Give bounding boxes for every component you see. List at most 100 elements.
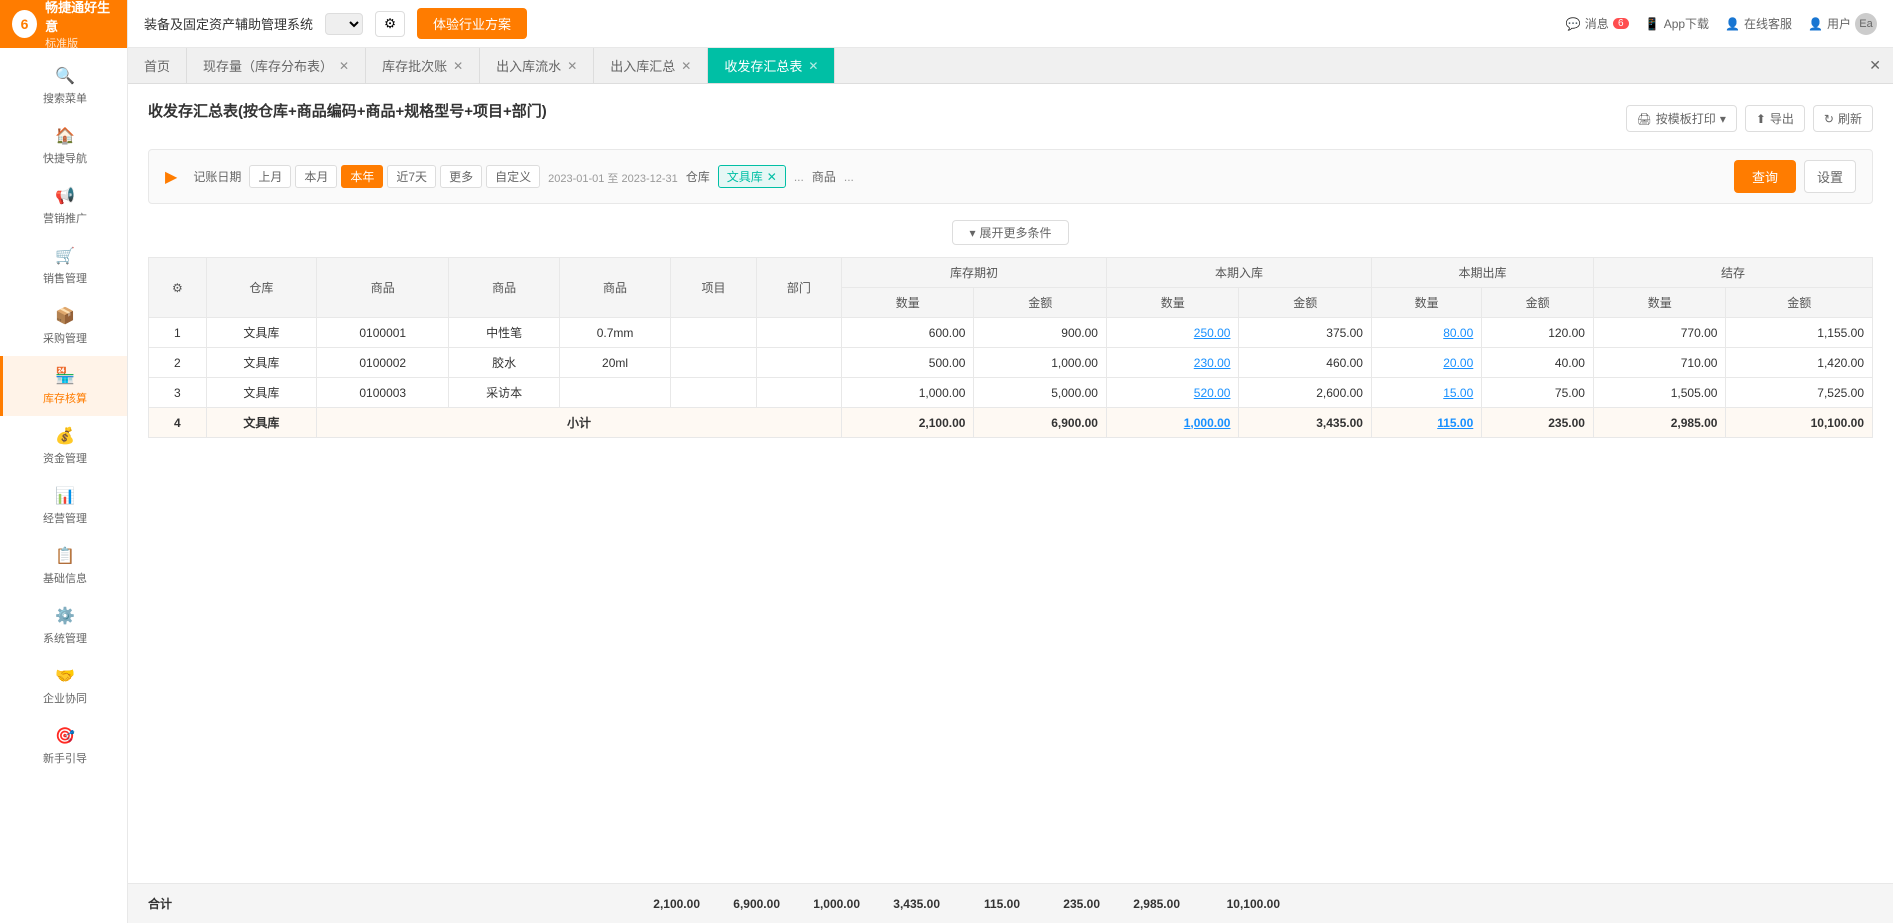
export-button[interactable]: ⬆ 导出: [1745, 105, 1805, 132]
total-values: 2,100.00 6,900.00 1,000.00 3,435.00 115.…: [628, 897, 1288, 911]
user-button[interactable]: 👤 用户 Ea: [1808, 13, 1877, 35]
table-row: 3 文具库 0100003 采访本 1,000.00 5,000.00 520.…: [149, 378, 1873, 408]
sidebar-item-guide[interactable]: 🎯新手引导: [0, 716, 127, 776]
marketing-icon: 📢: [55, 186, 75, 206]
tab-in-out-summary[interactable]: 出入库汇总 ✕: [594, 48, 708, 84]
print-icon: 🖨: [1637, 112, 1652, 126]
th-settings[interactable]: ⚙: [149, 258, 207, 318]
sidebar-item-system[interactable]: ⚙️系统管理: [0, 596, 127, 656]
print-button[interactable]: 🖨 按模板打印 ▾: [1626, 105, 1737, 132]
sidebar-label-search: 搜索菜单: [43, 90, 87, 106]
expand-conditions-button[interactable]: ▾ 展开更多条件: [952, 220, 1068, 245]
tab-home[interactable]: 首页: [128, 48, 187, 84]
sidebar-label-inventory: 库存核算: [43, 390, 87, 406]
tab-receive-summary[interactable]: 收发存汇总表 ✕: [708, 48, 835, 84]
sidebar-item-collab[interactable]: 🤝企业协同: [0, 656, 127, 716]
refresh-button[interactable]: ↻ 刷新: [1813, 105, 1873, 132]
tab-label-receive-summary: 收发存汇总表: [724, 56, 802, 75]
goods-more[interactable]: ...: [844, 170, 854, 184]
th-opening-qty: 数量: [841, 288, 974, 318]
cell-inqty-0[interactable]: 250.00: [1106, 318, 1239, 348]
th-goods-code: 商品: [316, 258, 449, 318]
tab-inventory-dist[interactable]: 现存量（库存分布表） ✕: [187, 48, 366, 84]
date-btn-上月[interactable]: 上月: [249, 165, 291, 188]
sales-icon: 🛒: [55, 246, 75, 266]
messages-badge: 6: [1613, 18, 1629, 29]
cell-inqty-2[interactable]: 520.00: [1106, 378, 1239, 408]
refresh-icon: ↻: [1824, 112, 1834, 126]
filter-collapse-button[interactable]: ▶: [165, 167, 177, 187]
user-icon: 👤: [1808, 17, 1823, 31]
warehouse-tag-close[interactable]: ✕: [767, 170, 777, 184]
cell-oamt-0: 900.00: [974, 318, 1107, 348]
total-outqty: 115.00: [948, 897, 1028, 911]
cell-outqty-2[interactable]: 15.00: [1371, 378, 1481, 408]
subtotal-inqty[interactable]: 1,000.00: [1106, 408, 1239, 438]
cell-inqty-1[interactable]: 230.00: [1106, 348, 1239, 378]
sidebar-item-operation[interactable]: 📊经营管理: [0, 476, 127, 536]
cell-dept-2: [756, 378, 841, 408]
sidebar-item-purchase[interactable]: 📦采购管理: [0, 296, 127, 356]
sidebar-menu: 🔍 搜索菜单 🏠快捷导航📢营销推广 🛒 销售管理 📦采购管理🏪库存核算💰资金管理📊经营管理…: [0, 48, 127, 923]
cell-outqty-1[interactable]: 20.00: [1371, 348, 1481, 378]
cell-inamt-2: 2,600.00: [1239, 378, 1372, 408]
expand-row: ▾ 展开更多条件: [148, 216, 1873, 249]
date-btn-自定义[interactable]: 自定义: [486, 165, 540, 188]
warehouse-more[interactable]: ...: [794, 170, 804, 184]
tab-label-in-out-summary: 出入库汇总: [610, 56, 675, 75]
collab-icon: 🤝: [55, 666, 75, 686]
tab-close-receive-summary[interactable]: ✕: [808, 59, 818, 73]
total-inqty: 1,000.00: [788, 897, 868, 911]
tab-close-in-out-flow[interactable]: ✕: [567, 59, 577, 73]
tab-label-inventory-dist: 现存量（库存分布表）: [203, 56, 333, 75]
app-download-button[interactable]: 📱 App下载: [1645, 15, 1709, 32]
logo-text: 畅捷通好生意 标准版: [45, 0, 115, 51]
tab-close-batch[interactable]: ✕: [453, 59, 463, 73]
th-balance-qty: 数量: [1593, 288, 1726, 318]
setting-button[interactable]: 设置: [1804, 160, 1856, 193]
total-label: 合计: [148, 895, 628, 912]
cell-seq-0: 1: [149, 318, 207, 348]
cell-spec-2: [559, 378, 671, 408]
tab-close-in-out-summary[interactable]: ✕: [681, 59, 691, 73]
date-btn-本月[interactable]: 本月: [295, 165, 337, 188]
system-icon: ⚙️: [55, 606, 75, 626]
filter-actions: 查询 设置: [1734, 160, 1856, 193]
cell-bamt-0: 1,155.00: [1726, 318, 1873, 348]
query-button[interactable]: 查询: [1734, 160, 1796, 193]
system-select[interactable]: [325, 13, 363, 35]
tab-close-inventory-dist[interactable]: ✕: [339, 59, 349, 73]
sidebar-item-inventory[interactable]: 🏪库存核算: [0, 356, 127, 416]
cell-outamt-1: 40.00: [1482, 348, 1594, 378]
cell-outamt-0: 120.00: [1482, 318, 1594, 348]
subtotal-outamt: 235.00: [1482, 408, 1594, 438]
th-goods-spec: 商品: [559, 258, 671, 318]
sidebar-item-search[interactable]: 🔍 搜索菜单: [0, 56, 127, 116]
cell-project-2: [671, 378, 756, 408]
tab-in-out-flow[interactable]: 出入库流水 ✕: [480, 48, 594, 84]
messages-button[interactable]: 💬 消息 6: [1566, 15, 1629, 32]
gear-button[interactable]: ⚙: [375, 11, 405, 37]
filter-bar: ▶ 记账日期 上月本月本年近7天更多自定义 2023-01-01 至 2023-…: [148, 149, 1873, 204]
date-btn-近7天[interactable]: 近7天: [387, 165, 436, 188]
subtotal-outqty[interactable]: 115.00: [1371, 408, 1481, 438]
online-service-button[interactable]: 👤 在线客服: [1725, 15, 1792, 32]
warehouse-tag[interactable]: 文具库 ✕: [718, 165, 786, 188]
sidebar-item-quick-nav[interactable]: 🏠快捷导航: [0, 116, 127, 176]
sidebar-item-base-info[interactable]: 📋基础信息: [0, 536, 127, 596]
export-label: 导出: [1770, 110, 1794, 127]
close-all-tabs-button[interactable]: ✕: [1857, 57, 1893, 74]
tab-batch[interactable]: 库存批次账 ✕: [366, 48, 480, 84]
sidebar-label-sales: 销售管理: [43, 270, 87, 286]
date-btn-本年[interactable]: 本年: [341, 165, 383, 188]
phone-icon: 📱: [1645, 17, 1660, 31]
cell-outqty-0[interactable]: 80.00: [1371, 318, 1481, 348]
trial-button[interactable]: 体验行业方案: [417, 8, 527, 39]
sidebar-item-marketing[interactable]: 📢营销推广: [0, 176, 127, 236]
search-icon: 🔍: [55, 66, 75, 86]
sidebar-item-sales[interactable]: 🛒 销售管理: [0, 236, 127, 296]
cell-name-2: 采访本: [449, 378, 559, 408]
sidebar-item-finance[interactable]: 💰资金管理: [0, 416, 127, 476]
goods-label: 商品: [812, 168, 836, 185]
date-btn-更多[interactable]: 更多: [440, 165, 482, 188]
